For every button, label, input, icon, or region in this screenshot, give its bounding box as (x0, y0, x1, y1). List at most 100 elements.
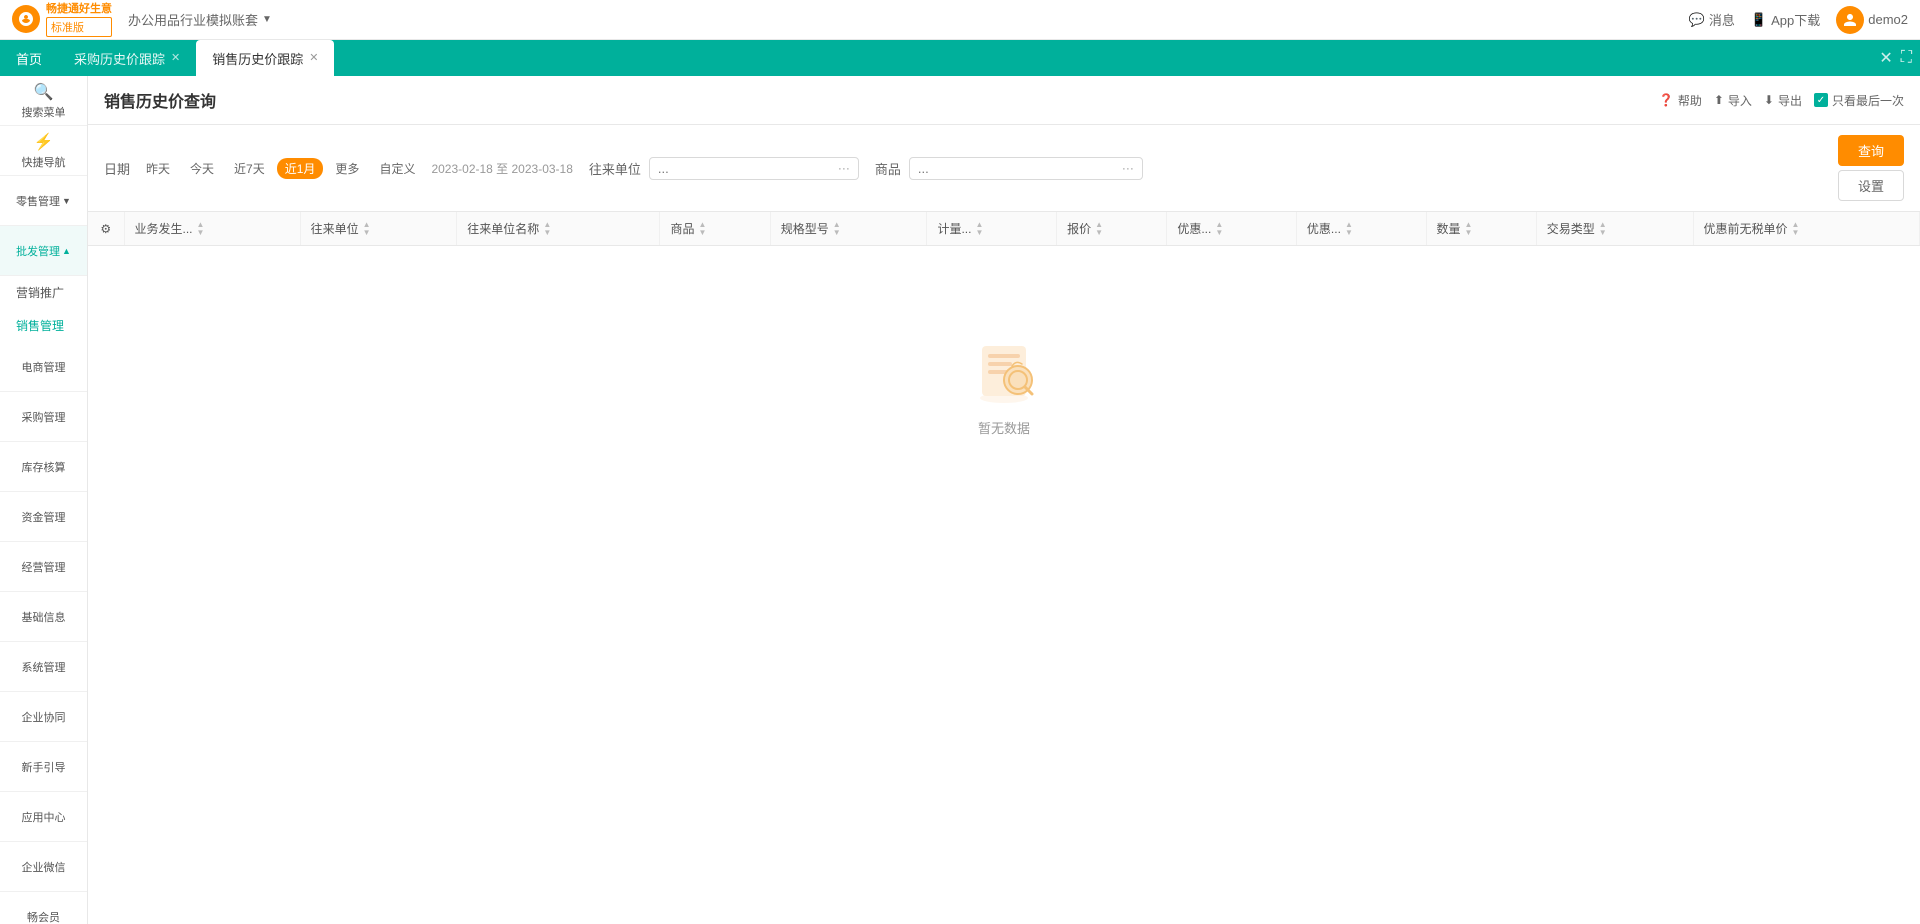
chevron-up-icon-wholesale: ▲ (62, 246, 71, 256)
import-action[interactable]: ⬆ 导入 (1714, 92, 1752, 109)
sidebar-label-search-menu: 搜索菜单 (22, 104, 66, 120)
app-download-action[interactable]: 📱 App下载 (1751, 10, 1820, 29)
col-trade-type[interactable]: 交易类型 ▲▼ (1536, 212, 1693, 246)
sidebar-item-new-guide[interactable]: 新手引导 (0, 742, 87, 792)
sidebar-item-enterprise[interactable]: 企业协同 (0, 692, 87, 742)
sidebar-item-system[interactable]: 系统管理 (0, 642, 87, 692)
message-action[interactable]: 💬 消息 (1689, 10, 1735, 29)
sidebar-label-quick-nav: 快捷导航 (22, 154, 66, 170)
chevron-down-icon-retail: ▼ (62, 196, 71, 206)
empty-text: 暂无数据 (978, 418, 1030, 437)
sidebar-item-retail-mgmt[interactable]: 零售管理 ▼ (0, 176, 87, 226)
help-action[interactable]: ❓ 帮助 (1659, 92, 1702, 109)
col-partner-name[interactable]: 往来单位名称 ▲▼ (457, 212, 660, 246)
sidebar-label-ecommerce: 电商管理 (22, 359, 66, 375)
partner-ellipsis-icon: ··· (838, 161, 850, 175)
export-icon: ⬇ (1764, 93, 1774, 107)
sort-arrows-goods: ▲▼ (699, 221, 707, 237)
col-quantity[interactable]: 数量 ▲▼ (1426, 212, 1536, 246)
date-option-1month[interactable]: 近1月 (277, 158, 324, 179)
sales-history-close-icon[interactable]: ✕ (309, 53, 318, 64)
col-discount2-label: 优惠... (1307, 220, 1341, 237)
partner-input-wrap[interactable]: ··· (649, 157, 859, 180)
col-discount1[interactable]: 优惠... ▲▼ (1167, 212, 1297, 246)
search-button[interactable]: 查询 (1838, 135, 1904, 166)
close-tab-icon[interactable]: ✕ (1879, 48, 1892, 68)
app-selector[interactable]: 办公用品行业模拟账套 ▼ (120, 6, 280, 33)
sort-arrows-partner-name: ▲▼ (543, 221, 551, 237)
sidebar-item-ecommerce[interactable]: 电商管理 (0, 342, 87, 392)
sidebar-item-sales-mgmt[interactable]: 销售管理 (0, 309, 87, 342)
checkbox-icon: ✓ (1814, 93, 1828, 107)
col-biz-date-label: 业务发生... (135, 220, 193, 237)
sidebar-item-wechat[interactable]: 企业微信 (0, 842, 87, 892)
message-icon: 💬 (1689, 12, 1705, 28)
sort-arrows-price: ▲▼ (1095, 221, 1103, 237)
page-title: 销售历史价查询 (104, 88, 216, 112)
export-action[interactable]: ⬇ 导出 (1764, 92, 1802, 109)
sort-arrows-spec: ▲▼ (833, 221, 841, 237)
sidebar-label-retail-mgmt: 零售管理 (16, 193, 60, 209)
sidebar-item-operations[interactable]: 经营管理 (0, 542, 87, 592)
partner-filter-group: 往来单位 ··· (589, 157, 859, 180)
sidebar-label-purchase-mgmt: 采购管理 (22, 409, 66, 425)
sidebar-item-wholesale-mgmt[interactable]: 批发管理 ▲ (0, 226, 87, 276)
col-partner-code[interactable]: 往来单位 ▲▼ (300, 212, 457, 246)
search-icon: 🔍 (34, 82, 54, 102)
logo-tag: 标准版 (46, 17, 112, 37)
page-title-row: 销售历史价查询 ❓ 帮助 ⬆ 导入 ⬇ 导出 ✓ (104, 88, 1904, 112)
col-gear[interactable]: ⚙ (88, 212, 124, 246)
sidebar-label-wechat: 企业微信 (22, 859, 66, 875)
sort-arrows-trade-type: ▲▼ (1599, 221, 1607, 237)
sort-arrows-quantity: ▲▼ (1465, 221, 1473, 237)
sidebar-label-marketing: 营销推广 (16, 284, 64, 301)
col-goods[interactable]: 商品 ▲▼ (660, 212, 770, 246)
only-last-checkbox[interactable]: ✓ 只看最后一次 (1814, 92, 1904, 109)
sidebar-item-marketing[interactable]: 营销推广 (0, 276, 87, 309)
col-biz-date[interactable]: 业务发生... ▲▼ (124, 212, 300, 246)
date-option-today[interactable]: 今天 (182, 158, 222, 179)
maximize-icon[interactable]: ⛶ (1901, 49, 1912, 67)
tab-home[interactable]: 首页 (0, 40, 58, 76)
date-option-custom[interactable]: 自定义 (371, 158, 423, 179)
date-option-more[interactable]: 更多 (327, 158, 367, 179)
col-pretax-price[interactable]: 优惠前无税单价 ▲▼ (1693, 212, 1920, 246)
sidebar-item-app-center[interactable]: 应用中心 (0, 792, 87, 842)
purchase-history-close-icon[interactable]: ✕ (171, 53, 180, 64)
sidebar-label-new-guide: 新手引导 (22, 759, 66, 775)
col-goods-label: 商品 (670, 220, 694, 237)
goods-input[interactable] (918, 161, 1118, 176)
col-unit-label: 计量... (937, 220, 971, 237)
goods-input-wrap[interactable]: ··· (909, 157, 1143, 180)
sidebar-item-basic-info[interactable]: 基础信息 (0, 592, 87, 642)
sort-arrows-discount1: ▲▼ (1215, 221, 1223, 237)
sidebar-item-search-menu[interactable]: 🔍 搜索菜单 (0, 76, 87, 126)
col-pretax-price-label: 优惠前无税单价 (1704, 220, 1788, 237)
sidebar-item-quick-nav[interactable]: ⚡ 快捷导航 (0, 126, 87, 176)
settings-button[interactable]: 设置 (1838, 170, 1904, 201)
tab-purchase-history[interactable]: 采购历史价跟踪 ✕ (58, 40, 196, 76)
date-option-yesterday[interactable]: 昨天 (138, 158, 178, 179)
only-last-label: 只看最后一次 (1832, 92, 1904, 109)
col-discount2[interactable]: 优惠... ▲▼ (1296, 212, 1426, 246)
col-price[interactable]: 报价 ▲▼ (1057, 212, 1167, 246)
app-selector-label: 办公用品行业模拟账套 (128, 10, 258, 29)
tab-sales-history[interactable]: 销售历史价跟踪 ✕ (196, 40, 334, 76)
sidebar-item-purchase-mgmt[interactable]: 采购管理 (0, 392, 87, 442)
col-spec[interactable]: 规格型号 ▲▼ (770, 212, 927, 246)
help-label: 帮助 (1678, 92, 1702, 109)
sidebar-item-inventory[interactable]: 库存核算 (0, 442, 87, 492)
sidebar-item-finance[interactable]: 资金管理 (0, 492, 87, 542)
data-table: ⚙ 业务发生... ▲▼ 往来单位 ▲▼ (88, 212, 1920, 246)
sidebar-item-member[interactable]: 畅会员 (0, 892, 87, 924)
sort-arrows-biz-date: ▲▼ (197, 221, 205, 237)
sort-arrows-discount2: ▲▼ (1345, 221, 1353, 237)
col-unit[interactable]: 计量... ▲▼ (927, 212, 1057, 246)
sidebar-label-enterprise: 企业协同 (22, 709, 66, 725)
user-action[interactable]: demo2 (1836, 6, 1908, 34)
avatar (1836, 6, 1864, 34)
sort-arrows-partner-code: ▲▼ (363, 221, 371, 237)
partner-input[interactable] (658, 161, 834, 176)
sidebar-label-sales-mgmt: 销售管理 (16, 317, 64, 334)
date-option-7days[interactable]: 近7天 (226, 158, 273, 179)
